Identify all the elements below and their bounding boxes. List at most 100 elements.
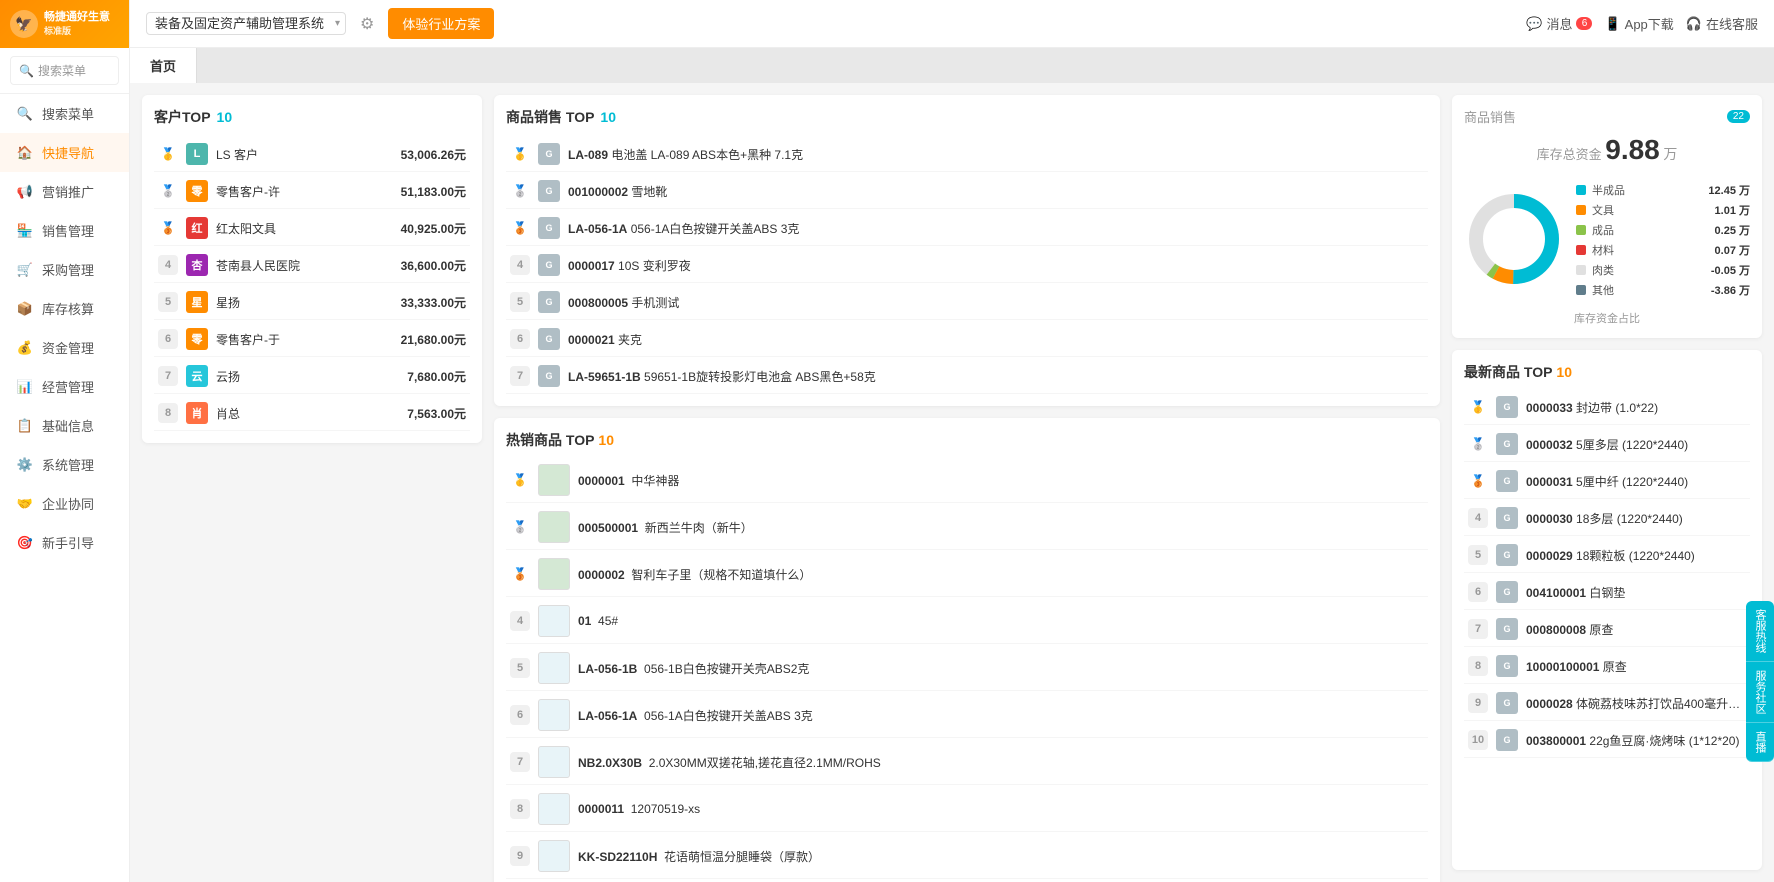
sidebar-item-system[interactable]: ⚙️ 系统管理 xyxy=(0,445,129,484)
rank-number: 6 xyxy=(158,329,178,349)
newest-products-card: 最新商品 TOP 10 🥇 G 0000033 封边带 (1.0*22)🥈 G … xyxy=(1452,350,1762,870)
purchase-icon: 🛒 xyxy=(16,261,34,279)
customer-avatar: 零 xyxy=(186,328,208,350)
online-service-item[interactable]: 🎧 在线客服 xyxy=(1686,14,1758,33)
message-badge: 6 xyxy=(1576,17,1592,30)
product-info: 004100001 白钢垫 xyxy=(1526,584,1746,601)
product-icon: G xyxy=(1496,433,1518,455)
newest-product-item: 🥉 G 0000031 5厘中纤 (1220*2440) xyxy=(1464,464,1750,499)
headset-icon: 🎧 xyxy=(1686,16,1702,32)
message-item[interactable]: 💬 消息 6 xyxy=(1526,14,1592,33)
sidebar-item-guide[interactable]: 🎯 新手引导 xyxy=(0,523,129,562)
legend-value: -3.86 万 xyxy=(1711,282,1750,298)
sidebar-item-quick-nav[interactable]: 🏠 快捷导航 xyxy=(0,133,129,172)
search-menu-button[interactable]: 🔍 搜索菜单 xyxy=(10,56,119,85)
product-sales-item: 🥉 G LA-056-1A 056-1A白色按键开关盖ABS 3克 xyxy=(506,211,1428,246)
app-download-item[interactable]: 📱 App下载 xyxy=(1604,14,1673,33)
product-icon: G xyxy=(538,291,560,313)
customer-rank-item: 🥈 零 零售客户-许 51,183.00元 xyxy=(154,174,470,209)
float-btn-直播[interactable]: 直播 xyxy=(1746,723,1774,762)
newest-product-item: 7 G 000800008 原查 xyxy=(1464,612,1750,647)
hot-product-item: 🥉 0000002 智利车子里（规格不知道填什么） xyxy=(506,552,1428,597)
newest-product-item: 6 G 004100001 白钢垫 xyxy=(1464,575,1750,610)
hot-product-item: 5 LA-056-1B 056-1B白色按键开关壳ABS2克 xyxy=(506,646,1428,691)
customer-avatar: 云 xyxy=(186,365,208,387)
donut-chart xyxy=(1464,189,1564,289)
finance-icon: 💰 xyxy=(16,339,34,357)
logo-icon: 🦅 xyxy=(10,10,38,38)
legend-value: 12.45 万 xyxy=(1708,182,1750,198)
product-icon: G xyxy=(538,143,560,165)
product-info: 0000030 18多层 (1220*2440) xyxy=(1526,510,1746,527)
sidebar-item-inventory[interactable]: 📦 库存核算 xyxy=(0,289,129,328)
tab-home[interactable]: 首页 xyxy=(130,48,197,83)
legend-name: 材料 xyxy=(1592,242,1709,258)
hot-product-item: 🥇 0000001 中华神器 xyxy=(506,458,1428,503)
customer-value: 40,925.00元 xyxy=(401,220,466,237)
product-icon: G xyxy=(1496,470,1518,492)
legend-dot xyxy=(1576,245,1586,255)
gear-button[interactable]: ⚙ xyxy=(356,10,378,38)
sidebar-item-search[interactable]: 🔍 搜索菜单 xyxy=(0,94,129,133)
customer-value: 33,333.00元 xyxy=(401,294,466,311)
sidebar-nav: 🔍 搜索菜单🏠 快捷导航📢 营销推广🏪 销售管理🛒 采购管理📦 库存核算💰 资金… xyxy=(0,94,129,562)
product-sales-list: 🥇 G LA-089 电池盖 LA-089 ABS本色+黑种 7.1克🥈 G 0… xyxy=(506,137,1428,394)
legend-item: 半成品 12.45 万 xyxy=(1576,182,1750,198)
product-info: 0000032 5厘多层 (1220*2440) xyxy=(1526,436,1746,453)
customer-avatar: 星 xyxy=(186,291,208,313)
customer-name: LS 客户 xyxy=(216,146,393,163)
hot-products-card: 热销商品 TOP 10 🥇 0000001 中华神器🥈 000500001 新西… xyxy=(494,418,1440,882)
search-icon: 🔍 xyxy=(19,64,34,78)
product-icon: G xyxy=(538,328,560,350)
legend-name: 半成品 xyxy=(1592,182,1702,198)
float-btn-客服热线[interactable]: 客服热线 xyxy=(1746,601,1774,662)
inventory-chart-area: 半成品 12.45 万 文具 1.01 万 成品 0.25 万 材料 0.07 … xyxy=(1464,174,1750,306)
rank-number: 4 xyxy=(1468,508,1488,528)
medal-icon: 🥇 xyxy=(510,144,530,164)
product-info: 003800001 22g鱼豆腐·烧烤味 (1*12*20) xyxy=(1526,732,1746,749)
product-sales-item: 7 G LA-59651-1B 59651-1B旋转投影灯电池盒 ABS黑色+5… xyxy=(506,359,1428,394)
sidebar-item-finance[interactable]: 💰 资金管理 xyxy=(0,328,129,367)
product-info: 000800008 原查 xyxy=(1526,621,1746,638)
product-info: 0000011 12070519-xs xyxy=(578,802,1424,816)
product-icon: G xyxy=(1496,396,1518,418)
float-btn-服务社区[interactable]: 服务社区 xyxy=(1746,662,1774,723)
system-selector[interactable]: 装备及固定资产辅助管理系统 xyxy=(146,12,346,35)
medal-icon: 🥈 xyxy=(1468,434,1488,454)
legend-dot xyxy=(1576,285,1586,295)
customer-name: 零售客户-于 xyxy=(216,331,393,348)
rank-number: 4 xyxy=(158,255,178,275)
sidebar-item-operation[interactable]: 📊 经营管理 xyxy=(0,367,129,406)
rank-number: 7 xyxy=(158,366,178,386)
marketing-icon: 📢 xyxy=(16,183,34,201)
top-header: 装备及固定资产辅助管理系统 ⚙ 体验行业方案 💬 消息 6 📱 App下载 🎧 … xyxy=(130,0,1774,48)
trial-button[interactable]: 体验行业方案 xyxy=(388,8,494,39)
rank-number: 8 xyxy=(510,799,530,819)
product-image xyxy=(538,746,570,778)
rank-number: 6 xyxy=(510,329,530,349)
sidebar-item-marketing[interactable]: 📢 营销推广 xyxy=(0,172,129,211)
product-info: LA-59651-1B 59651-1B旋转投影灯电池盒 ABS黑色+58克 xyxy=(568,368,1424,385)
customer-avatar: 零 xyxy=(186,180,208,202)
product-icon: G xyxy=(1496,655,1518,677)
product-icon: G xyxy=(538,217,560,239)
legend-item: 肉类 -0.05 万 xyxy=(1576,262,1750,278)
product-icon: G xyxy=(1496,692,1518,714)
sidebar-item-corp[interactable]: 🤝 企业协同 xyxy=(0,484,129,523)
sidebar-item-sales[interactable]: 🏪 销售管理 xyxy=(0,211,129,250)
hot-products-title: 热销商品 TOP 10 xyxy=(506,430,1428,450)
legend-name: 肉类 xyxy=(1592,262,1705,278)
legend-name: 文具 xyxy=(1592,202,1709,218)
newest-products-title: 最新商品 TOP 10 xyxy=(1464,362,1750,382)
legend-dot xyxy=(1576,225,1586,235)
rank-number: 8 xyxy=(1468,656,1488,676)
rank-number: 9 xyxy=(1468,693,1488,713)
sidebar-item-base[interactable]: 📋 基础信息 xyxy=(0,406,129,445)
rank-number: 4 xyxy=(510,255,530,275)
customer-value: 53,006.26元 xyxy=(401,146,466,163)
product-info: 0000033 封边带 (1.0*22) xyxy=(1526,399,1746,416)
customer-value: 36,600.00元 xyxy=(401,257,466,274)
product-image xyxy=(538,464,570,496)
legend-dot xyxy=(1576,265,1586,275)
sidebar-item-purchase[interactable]: 🛒 采购管理 xyxy=(0,250,129,289)
